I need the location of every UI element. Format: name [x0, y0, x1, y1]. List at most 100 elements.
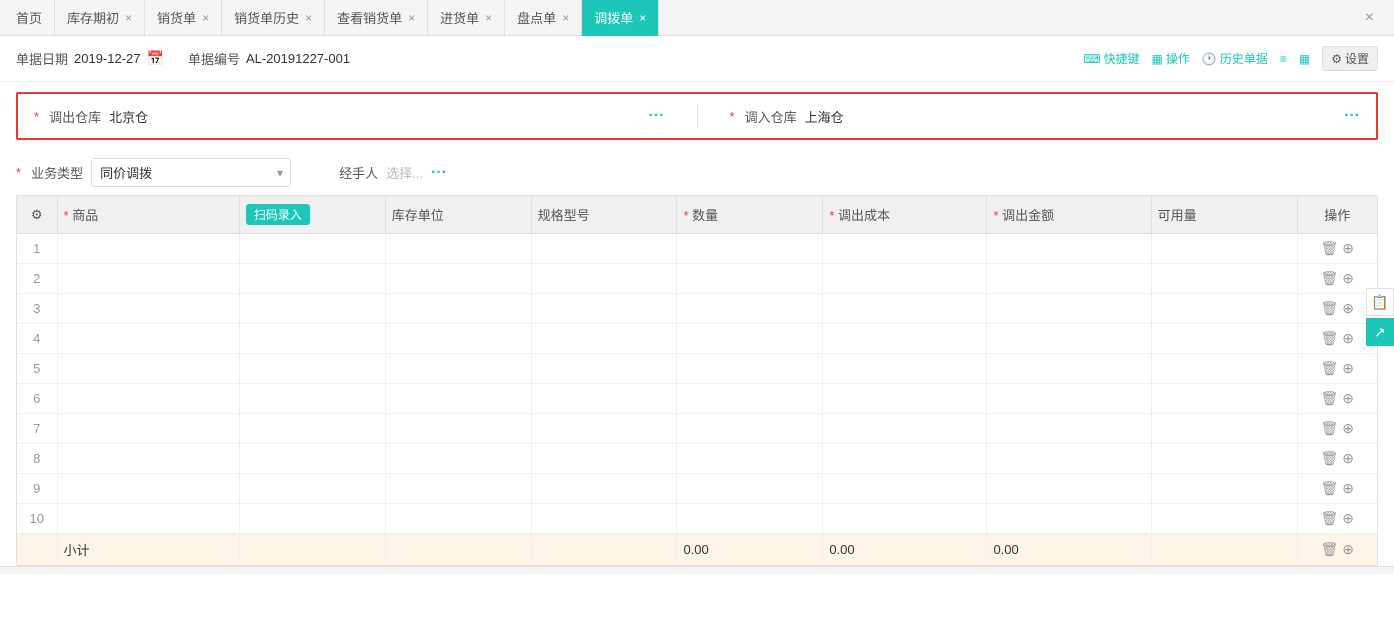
copy-icon[interactable]: ⊕	[1342, 480, 1354, 497]
tab-home[interactable]: 首页	[8, 0, 55, 36]
handler-input[interactable]: 选择...	[386, 163, 423, 182]
unit-cell[interactable]	[385, 354, 531, 384]
source-warehouse-more-button[interactable]: ···	[649, 107, 665, 125]
cost-cell[interactable]	[823, 384, 987, 414]
delete-icon[interactable]: 🗑	[1320, 270, 1338, 287]
delete-icon[interactable]: 🗑	[1320, 420, 1338, 437]
tab-sales-order[interactable]: 销货单 ×	[145, 0, 222, 36]
spec-cell[interactable]	[531, 294, 677, 324]
delete-icon[interactable]: 🗑	[1320, 510, 1338, 527]
product-cell[interactable]	[57, 384, 239, 414]
scrollbar-area[interactable]	[0, 566, 1394, 574]
product-cell[interactable]	[57, 354, 239, 384]
spec-cell[interactable]	[531, 354, 677, 384]
delete-icon[interactable]: 🗑	[1320, 330, 1338, 347]
copy-icon[interactable]: ⊕	[1342, 541, 1354, 558]
copy-icon[interactable]: ⊕	[1342, 450, 1354, 467]
tab-close-purchase[interactable]: ×	[485, 11, 492, 25]
cost-cell[interactable]	[823, 444, 987, 474]
cost-cell[interactable]	[823, 504, 987, 534]
product-cell[interactable]	[57, 474, 239, 504]
history-button[interactable]: 🕐 历史单据	[1202, 50, 1268, 67]
amount-cell[interactable]	[987, 354, 1151, 384]
tab-transfer[interactable]: 调拨单 ×	[582, 0, 659, 36]
handler-more-button[interactable]: ···	[431, 164, 447, 182]
unit-cell[interactable]	[385, 414, 531, 444]
tab-close-inventory-init[interactable]: ×	[125, 11, 132, 25]
spec-cell[interactable]	[531, 324, 677, 354]
amount-cell[interactable]	[987, 414, 1151, 444]
product-cell[interactable]	[57, 264, 239, 294]
copy-icon[interactable]: ⊕	[1342, 240, 1354, 257]
tab-sales-history[interactable]: 销货单历史 ×	[222, 0, 325, 36]
quantity-cell[interactable]	[677, 354, 823, 384]
copy-icon[interactable]: ⊕	[1342, 420, 1354, 437]
settings-button[interactable]: ⚙ 设置	[1322, 46, 1378, 71]
product-cell[interactable]	[57, 234, 239, 264]
amount-cell[interactable]	[987, 234, 1151, 264]
copy-icon[interactable]: ⊕	[1342, 300, 1354, 317]
unit-cell[interactable]	[385, 384, 531, 414]
tab-close-sales-history[interactable]: ×	[305, 11, 312, 25]
quantity-cell[interactable]	[677, 234, 823, 264]
cost-cell[interactable]	[823, 474, 987, 504]
amount-cell[interactable]	[987, 294, 1151, 324]
cost-cell[interactable]	[823, 354, 987, 384]
shortcuts-button[interactable]: ⌨ 快捷键	[1083, 50, 1139, 67]
target-warehouse-more-button[interactable]: ···	[1344, 107, 1360, 125]
float-note-button[interactable]: 📋	[1366, 288, 1394, 316]
amount-cell[interactable]	[987, 384, 1151, 414]
quantity-cell[interactable]	[677, 444, 823, 474]
copy-icon[interactable]: ⊕	[1342, 510, 1354, 527]
tab-inventory-check[interactable]: 盘点单 ×	[505, 0, 582, 36]
copy-icon[interactable]: ⊕	[1342, 360, 1354, 377]
quantity-cell[interactable]	[677, 264, 823, 294]
scan-button[interactable]: 扫码录入	[246, 204, 310, 225]
delete-icon[interactable]: 🗑	[1320, 360, 1338, 377]
copy-icon[interactable]: ⊕	[1342, 270, 1354, 287]
layout2-button[interactable]: ▦	[1299, 52, 1310, 66]
quantity-cell[interactable]	[677, 384, 823, 414]
copy-icon[interactable]: ⊕	[1342, 330, 1354, 347]
layout1-button[interactable]: ≡	[1280, 52, 1287, 66]
quantity-cell[interactable]	[677, 294, 823, 324]
delete-icon[interactable]: 🗑	[1320, 480, 1338, 497]
amount-cell[interactable]	[987, 444, 1151, 474]
spec-cell[interactable]	[531, 384, 677, 414]
tab-close-view-sales[interactable]: ×	[408, 11, 415, 25]
window-close-button[interactable]: ×	[1357, 9, 1382, 27]
delete-icon[interactable]: 🗑	[1320, 240, 1338, 257]
spec-cell[interactable]	[531, 414, 677, 444]
spec-cell[interactable]	[531, 234, 677, 264]
spec-cell[interactable]	[531, 444, 677, 474]
spec-cell[interactable]	[531, 264, 677, 294]
quantity-cell[interactable]	[677, 324, 823, 354]
delete-icon[interactable]: 🗑	[1320, 450, 1338, 467]
unit-cell[interactable]	[385, 444, 531, 474]
product-cell[interactable]	[57, 504, 239, 534]
quantity-cell[interactable]	[677, 414, 823, 444]
column-gear[interactable]: ⚙	[17, 196, 57, 234]
amount-cell[interactable]	[987, 264, 1151, 294]
float-expand-button[interactable]: ↗	[1366, 318, 1394, 346]
cost-cell[interactable]	[823, 234, 987, 264]
quantity-cell[interactable]	[677, 474, 823, 504]
unit-cell[interactable]	[385, 264, 531, 294]
delete-icon[interactable]: 🗑	[1320, 541, 1338, 558]
product-cell[interactable]	[57, 414, 239, 444]
unit-cell[interactable]	[385, 504, 531, 534]
product-cell[interactable]	[57, 294, 239, 324]
cost-cell[interactable]	[823, 324, 987, 354]
spec-cell[interactable]	[531, 504, 677, 534]
product-cell[interactable]	[57, 444, 239, 474]
unit-cell[interactable]	[385, 324, 531, 354]
amount-cell[interactable]	[987, 504, 1151, 534]
quantity-cell[interactable]	[677, 504, 823, 534]
unit-cell[interactable]	[385, 294, 531, 324]
cost-cell[interactable]	[823, 414, 987, 444]
tab-close-inventory-check[interactable]: ×	[562, 11, 569, 25]
amount-cell[interactable]	[987, 474, 1151, 504]
tab-view-sales[interactable]: 查看销货单 ×	[325, 0, 428, 36]
cost-cell[interactable]	[823, 264, 987, 294]
business-type-select[interactable]: 同价调拨	[91, 158, 291, 187]
